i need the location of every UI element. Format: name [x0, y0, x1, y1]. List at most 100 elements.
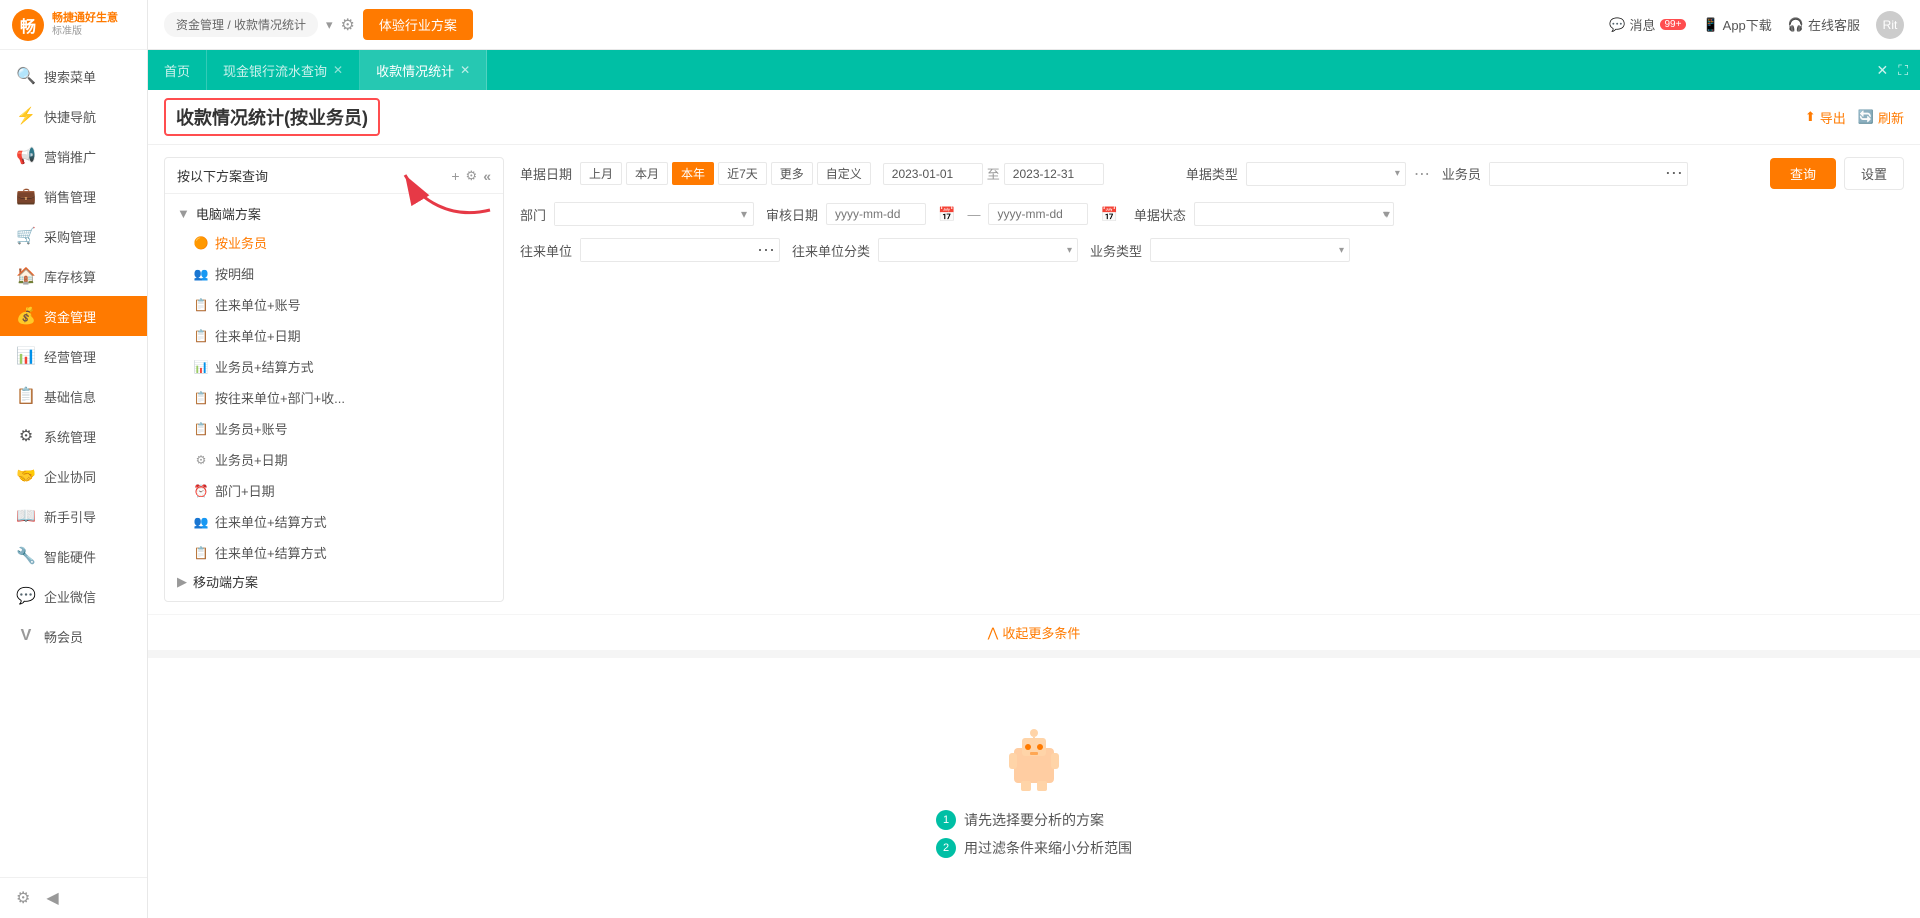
scheme-panel: 按以下方案查询 + ⚙ « ▼ 电脑端方案 — [164, 157, 504, 602]
sidebar-item-inventory[interactable]: 🏠 库存核算 — [0, 256, 147, 296]
page-content: 收款情况统计(按业务员) ⬆ 导出 🔄 刷新 按以下方案查询 — [148, 90, 1920, 918]
doctype-select[interactable] — [1246, 162, 1406, 186]
scheme-add-icon[interactable]: + — [451, 168, 459, 184]
sidebar-item-marketing[interactable]: 📢 营销推广 — [0, 136, 147, 176]
sidebar-item-enterprise[interactable]: 🤝 企业协同 — [0, 456, 147, 496]
date-to-input[interactable] — [1004, 163, 1104, 185]
sidebar-item-wechat[interactable]: 💬 企业微信 — [0, 576, 147, 616]
dept-dropdown-icon[interactable]: ▾ — [735, 207, 753, 221]
tab-close-all-icon[interactable]: ✕ — [1876, 62, 1888, 79]
group-expand-icon: ▼ — [177, 206, 190, 221]
salesman-input[interactable] — [1490, 163, 1661, 185]
scheme-item-icon-1: 👥 — [193, 266, 209, 282]
scheme-header-actions: + ⚙ « — [451, 168, 491, 184]
sidebar-item-fund[interactable]: 💰 资金管理 — [0, 296, 147, 336]
scheme-group-desktop-title[interactable]: ▼ 电脑端方案 — [165, 200, 503, 227]
scheme-item-partner-account[interactable]: 📋 往来单位+账号 — [165, 289, 503, 320]
sidebar-item-operation[interactable]: 📊 经营管理 — [0, 336, 147, 376]
review-date-to-input[interactable] — [988, 203, 1088, 225]
scheme-item-icon-2: 📋 — [193, 297, 209, 313]
sidebar-item-purchase[interactable]: 🛒 采购管理 — [0, 216, 147, 256]
scheme-item-partner-settlement-1[interactable]: 👥 往来单位+结算方式 — [165, 506, 503, 537]
message-action[interactable]: 💬 消息 99+ — [1609, 15, 1686, 34]
counterpart-type-select[interactable] — [878, 238, 1078, 262]
header-right: 💬 消息 99+ 📱 App下载 🎧 在线客服 Rit — [1609, 11, 1904, 39]
main-area: 资金管理 / 收款情况统计 ▾ ⚙ 体验行业方案 💬 消息 99+ 📱 App下… — [148, 0, 1920, 918]
tab-expand-icon[interactable]: ⛶ — [1898, 62, 1908, 79]
sidebar-item-guide[interactable]: 📖 新手引导 — [0, 496, 147, 536]
app-download-action[interactable]: 📱 App下载 — [1702, 15, 1771, 34]
scheme-group-mobile: ▶ 移动端方案 — [165, 568, 503, 595]
scheme-group-mobile-title[interactable]: ▶ 移动端方案 — [165, 568, 503, 595]
app-icon: 📱 — [1702, 17, 1718, 33]
page-title-box: 收款情况统计(按业务员) — [164, 98, 380, 136]
date-btn-more[interactable]: 更多 — [771, 162, 813, 185]
sidebar-item-system[interactable]: ⚙ 系统管理 — [0, 416, 147, 456]
date-btn-last-month[interactable]: 上月 — [580, 162, 622, 185]
header-settings-icon[interactable]: ⚙ — [341, 15, 355, 35]
tab-home[interactable]: 首页 — [148, 50, 207, 90]
page-actions: ⬆ 导出 🔄 刷新 — [1805, 108, 1904, 127]
sidebar-item-basic[interactable]: 📋 基础信息 — [0, 376, 147, 416]
salesman-more-btn[interactable]: ⋯ — [1661, 163, 1687, 184]
query-button[interactable]: 查询 — [1770, 158, 1836, 189]
scheme-item-salesman-date[interactable]: ⚙ 业务员+日期 — [165, 444, 503, 475]
sidebar-item-search[interactable]: 🔍 搜索菜单 — [0, 56, 147, 96]
scheme-item-detail[interactable]: 👥 按明细 — [165, 258, 503, 289]
step-num-1: 1 — [936, 810, 956, 830]
settings-bottom-icon[interactable]: ⚙ — [16, 888, 30, 908]
counterpart-more-btn[interactable]: ⋯ — [753, 240, 779, 261]
logo-text: 畅捷通好生意 标准版 — [52, 11, 118, 38]
service-icon: 🎧 — [1788, 17, 1804, 33]
counterpart-input[interactable] — [581, 239, 753, 261]
sidebar-item-sales[interactable]: 💼 销售管理 — [0, 176, 147, 216]
breadcrumb-dropdown-icon[interactable]: ▾ — [326, 17, 333, 33]
doctype-more-icon[interactable]: ⋯ — [1414, 164, 1430, 184]
search-icon: 🔍 — [16, 66, 36, 86]
scheme-item-partner-dept[interactable]: 📋 按往来单位+部门+收... — [165, 382, 503, 413]
enterprise-icon: 🤝 — [16, 466, 36, 486]
date-btn-7days[interactable]: 近7天 — [718, 162, 767, 185]
sidebar-item-hardware[interactable]: 🔧 智能硬件 — [0, 536, 147, 576]
date-from-input[interactable] — [883, 163, 983, 185]
scheme-collapse-icon[interactable]: « — [483, 168, 491, 184]
tab-receipt-close[interactable]: ✕ — [460, 63, 470, 77]
sidebar-item-member[interactable]: V 畅会员 — [0, 616, 147, 656]
scheme-item-salesman-account[interactable]: 📋 业务员+账号 — [165, 413, 503, 444]
export-button[interactable]: ⬆ 导出 — [1805, 108, 1846, 127]
scheme-item-salesman[interactable]: 🟠 按业务员 — [165, 227, 503, 258]
review-date-to-cal-icon[interactable]: 📅 — [1096, 206, 1121, 223]
setting-button[interactable]: 设置 — [1844, 157, 1904, 190]
scheme-settings-icon[interactable]: ⚙ — [466, 168, 478, 184]
user-avatar[interactable]: Rit — [1876, 11, 1904, 39]
data-area: 1 请先选择要分析的方案 2 用过滤条件来缩小分析范围 — [148, 658, 1920, 918]
date-btn-custom[interactable]: 自定义 — [817, 162, 871, 185]
tab-bank-close[interactable]: ✕ — [333, 63, 343, 77]
empty-state: 1 请先选择要分析的方案 2 用过滤条件来缩小分析范围 — [936, 718, 1132, 858]
scheme-item-icon-5: 📋 — [193, 390, 209, 406]
scheme-item-icon-10: 📋 — [193, 545, 209, 561]
group-collapse-icon: ▶ — [177, 574, 187, 590]
tab-bank[interactable]: 现金银行流水查询 ✕ — [207, 50, 360, 90]
docstatus-select[interactable] — [1194, 202, 1394, 226]
scheme-item-partner-settlement-2[interactable]: 📋 往来单位+结算方式 — [165, 537, 503, 568]
filter-review-date-item: 审核日期 📅 — 📅 — [766, 203, 1122, 225]
refresh-button[interactable]: 🔄 刷新 — [1858, 108, 1904, 127]
sidebar-item-shortcut[interactable]: ⚡ 快捷导航 — [0, 96, 147, 136]
online-service-action[interactable]: 🎧 在线客服 — [1788, 15, 1860, 34]
tab-receipt[interactable]: 收款情况统计 ✕ — [360, 50, 487, 90]
date-btn-this-year[interactable]: 本年 — [672, 162, 714, 185]
scheme-item-salesman-settlement[interactable]: 📊 业务员+结算方式 — [165, 351, 503, 382]
trial-button[interactable]: 体验行业方案 — [363, 9, 473, 40]
refresh-icon: 🔄 — [1858, 109, 1874, 125]
review-date-from-input[interactable] — [826, 203, 926, 225]
review-date-from-cal-icon[interactable]: 📅 — [934, 206, 959, 223]
dept-input[interactable] — [555, 203, 735, 225]
review-date-separator: — — [967, 207, 980, 222]
collapse-sidebar-icon[interactable]: ◀ — [46, 888, 58, 908]
biztype-select[interactable] — [1150, 238, 1350, 262]
date-btn-this-month[interactable]: 本月 — [626, 162, 668, 185]
collapse-bar[interactable]: ⋀ 收起更多条件 — [148, 614, 1920, 650]
scheme-item-dept-date[interactable]: ⏰ 部门+日期 — [165, 475, 503, 506]
scheme-item-partner-date[interactable]: 📋 往来单位+日期 — [165, 320, 503, 351]
